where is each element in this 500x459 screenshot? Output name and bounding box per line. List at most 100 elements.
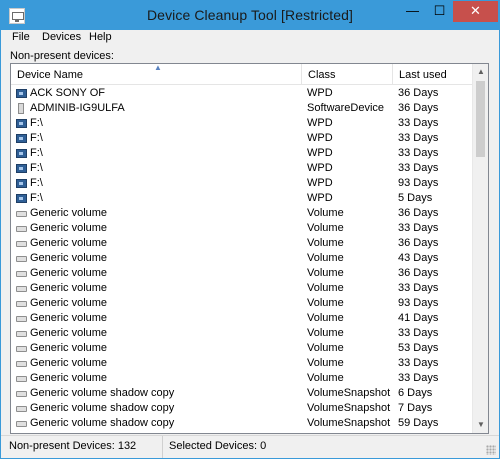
device-list[interactable]: ▲ Device Name Class Last used ACK SONY O… — [10, 63, 489, 434]
table-row[interactable]: F:\ WPD 33 Days — [11, 146, 473, 161]
device-name-cell: F:\ — [30, 177, 43, 189]
device-class-cell: SoftwareDevice — [307, 102, 385, 114]
device-name-cell: Generic volume — [30, 357, 108, 369]
resize-grip-icon[interactable] — [486, 445, 496, 455]
column-header-last-used[interactable]: Last used — [393, 64, 473, 85]
last-used-cell: 33 Days — [398, 117, 439, 129]
minimize-button[interactable]: — — [399, 1, 426, 22]
volume-icon — [16, 286, 27, 292]
table-row[interactable]: Generic volume Volume 53 Days — [11, 341, 473, 356]
maximize-button[interactable]: ☐ — [426, 1, 453, 22]
last-used-cell: 43 Days — [398, 252, 439, 264]
table-row[interactable]: Generic volume shadow copy VolumeSnapshot… — [11, 401, 473, 416]
last-used-cell: 7 Days — [398, 402, 433, 414]
table-row[interactable]: Generic volume Volume 93 Days — [11, 296, 473, 311]
table-row[interactable]: Generic volume Volume 41 Days — [11, 311, 473, 326]
last-used-cell: 33 Days — [398, 147, 439, 159]
non-present-devices-label: Non-present devices: — [10, 50, 114, 62]
device-class-cell: VolumeSnapshot — [307, 417, 391, 429]
table-row[interactable]: ADMINIB-IG9ULFA SoftwareDevice 36 Days — [11, 101, 473, 116]
portable-device-icon — [16, 89, 27, 98]
last-used-cell: 33 Days — [398, 132, 439, 144]
column-header-class[interactable]: Class — [302, 64, 393, 85]
menu-help[interactable]: Help — [89, 31, 112, 43]
volume-icon — [16, 241, 27, 247]
table-row[interactable]: ACK SONY OF WPD 36 Days — [11, 86, 473, 101]
device-name-cell: Generic volume — [30, 372, 108, 384]
volume-icon — [16, 376, 27, 382]
selected-count: Selected Devices: 0 — [169, 440, 267, 452]
table-row[interactable]: Generic volume Volume 33 Days — [11, 326, 473, 341]
table-row[interactable]: Generic volume Volume 36 Days — [11, 206, 473, 221]
scroll-up-icon[interactable]: ▲ — [473, 64, 488, 80]
device-name-cell: Generic volume — [30, 312, 108, 324]
table-row[interactable]: Generic volume Volume 33 Days — [11, 281, 473, 296]
status-bar: Non-present Devices: 132 Selected Device… — [1, 435, 499, 458]
device-class-cell: Volume — [307, 207, 344, 219]
table-row[interactable]: Generic volume Volume 33 Days — [11, 221, 473, 236]
device-class-cell: Volume — [307, 282, 344, 294]
table-row[interactable]: Generic volume Volume 43 Days — [11, 251, 473, 266]
non-present-count: Non-present Devices: 132 — [9, 440, 137, 452]
column-header-device-name[interactable]: ▲ Device Name — [11, 64, 302, 85]
list-header: ▲ Device Name Class Last used — [11, 64, 473, 85]
volume-icon — [16, 226, 27, 232]
table-row[interactable]: Generic volume Volume 33 Days — [11, 371, 473, 386]
device-name-cell: F:\ — [30, 192, 43, 204]
device-name-cell: Generic volume — [30, 267, 108, 279]
last-used-cell: 36 Days — [398, 102, 439, 114]
last-used-cell: 36 Days — [398, 237, 439, 249]
vertical-scrollbar[interactable]: ▲ ▼ — [472, 64, 488, 433]
device-class-cell: WPD — [307, 162, 333, 174]
menu-devices[interactable]: Devices — [42, 31, 81, 43]
device-class-cell: VolumeSnapshot — [307, 387, 391, 399]
volume-icon — [16, 256, 27, 262]
volume-icon — [16, 406, 27, 412]
table-row[interactable]: Generic volume shadow copy VolumeSnapshot… — [11, 416, 473, 431]
last-used-cell: 93 Days — [398, 177, 439, 189]
menu-file[interactable]: File — [12, 31, 30, 43]
last-used-cell: 33 Days — [398, 282, 439, 294]
device-class-cell: Volume — [307, 222, 344, 234]
title-bar[interactable]: Device Cleanup Tool [Restricted] — ☐ ✕ — [1, 1, 499, 30]
device-name-cell: Generic volume — [30, 282, 108, 294]
last-used-cell: 41 Days — [398, 312, 439, 324]
close-button[interactable]: ✕ — [453, 1, 498, 22]
table-row[interactable]: Generic volume Volume 33 Days — [11, 356, 473, 371]
menu-bar: File Devices Help — [1, 30, 499, 48]
device-name-cell: Generic volume — [30, 252, 108, 264]
last-used-cell: 33 Days — [398, 372, 439, 384]
last-used-cell: 33 Days — [398, 162, 439, 174]
device-cleanup-window: Device Cleanup Tool [Restricted] — ☐ ✕ F… — [0, 0, 500, 459]
device-name-cell: Generic volume — [30, 222, 108, 234]
table-row[interactable]: F:\ WPD 33 Days — [11, 116, 473, 131]
volume-icon — [16, 301, 27, 307]
device-class-cell: WPD — [307, 177, 333, 189]
scroll-down-icon[interactable]: ▼ — [473, 417, 488, 433]
table-row[interactable]: Generic volume Volume 36 Days — [11, 266, 473, 281]
table-row[interactable]: Generic volume Volume 36 Days — [11, 236, 473, 251]
portable-device-icon — [16, 149, 27, 158]
table-row[interactable]: F:\ WPD 93 Days — [11, 176, 473, 191]
table-row[interactable]: F:\ WPD 33 Days — [11, 131, 473, 146]
table-row[interactable]: Generic volume shadow copy VolumeSnapshot… — [11, 386, 473, 401]
device-class-cell: Volume — [307, 342, 344, 354]
portable-device-icon — [16, 134, 27, 143]
volume-icon — [16, 346, 27, 352]
device-name-cell: Generic volume — [30, 297, 108, 309]
device-rows: ACK SONY OF WPD 36 Days ADMINIB-IG9ULFA Soft… — [11, 86, 473, 431]
last-used-cell: 33 Days — [398, 327, 439, 339]
status-divider — [162, 436, 163, 458]
device-class-cell: Volume — [307, 372, 344, 384]
last-used-cell: 59 Days — [398, 417, 439, 429]
device-class-cell: Volume — [307, 312, 344, 324]
table-row[interactable]: F:\ WPD 5 Days — [11, 191, 473, 206]
device-class-cell: Volume — [307, 252, 344, 264]
device-name-cell: Generic volume — [30, 342, 108, 354]
scroll-thumb[interactable] — [476, 81, 485, 157]
device-name-cell: F:\ — [30, 162, 43, 174]
device-name-cell: ACK SONY OF — [30, 87, 105, 99]
device-name-cell: F:\ — [30, 117, 43, 129]
table-row[interactable]: F:\ WPD 33 Days — [11, 161, 473, 176]
device-name-cell: ADMINIB-IG9ULFA — [30, 102, 125, 114]
